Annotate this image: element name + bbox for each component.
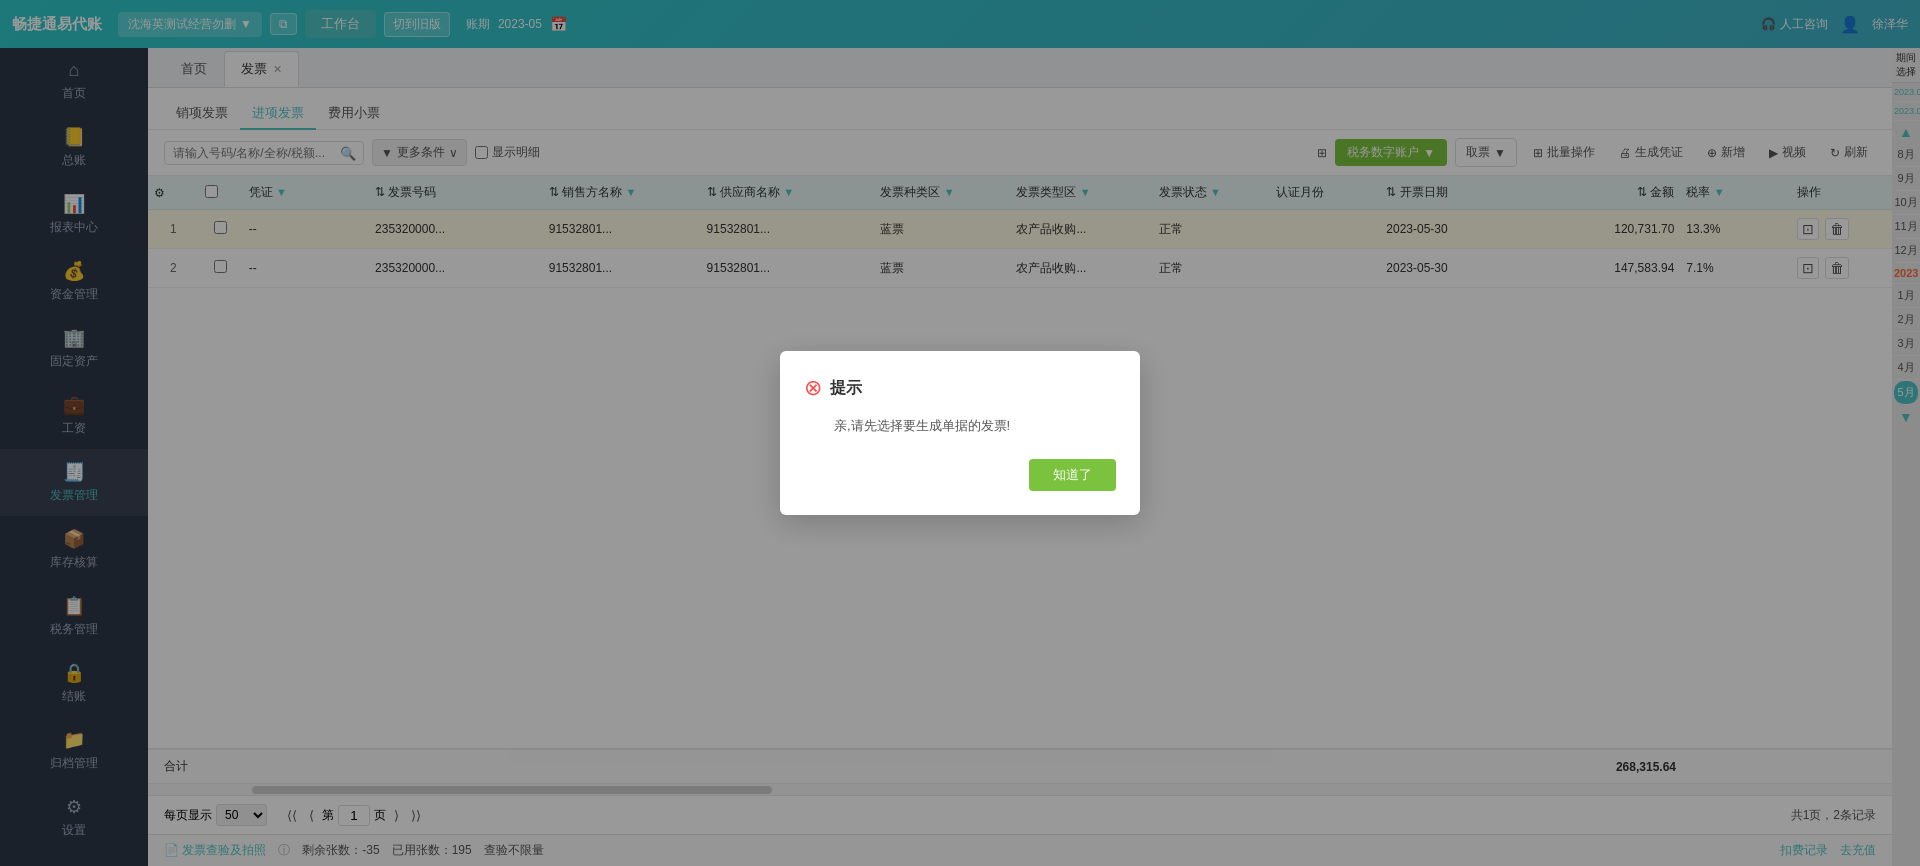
dialog: ⊗ 提示 亲,请先选择要生成单据的发票! 知道了 [780,351,1140,515]
dialog-title: 提示 [830,378,862,399]
warning-icon: ⊗ [804,375,822,401]
dialog-confirm-button[interactable]: 知道了 [1029,459,1116,491]
dialog-overlay: ⊗ 提示 亲,请先选择要生成单据的发票! 知道了 [0,0,1920,866]
dialog-footer: 知道了 [804,459,1116,491]
dialog-header: ⊗ 提示 [804,375,1116,401]
dialog-body: 亲,请先选择要生成单据的发票! [804,417,1116,435]
